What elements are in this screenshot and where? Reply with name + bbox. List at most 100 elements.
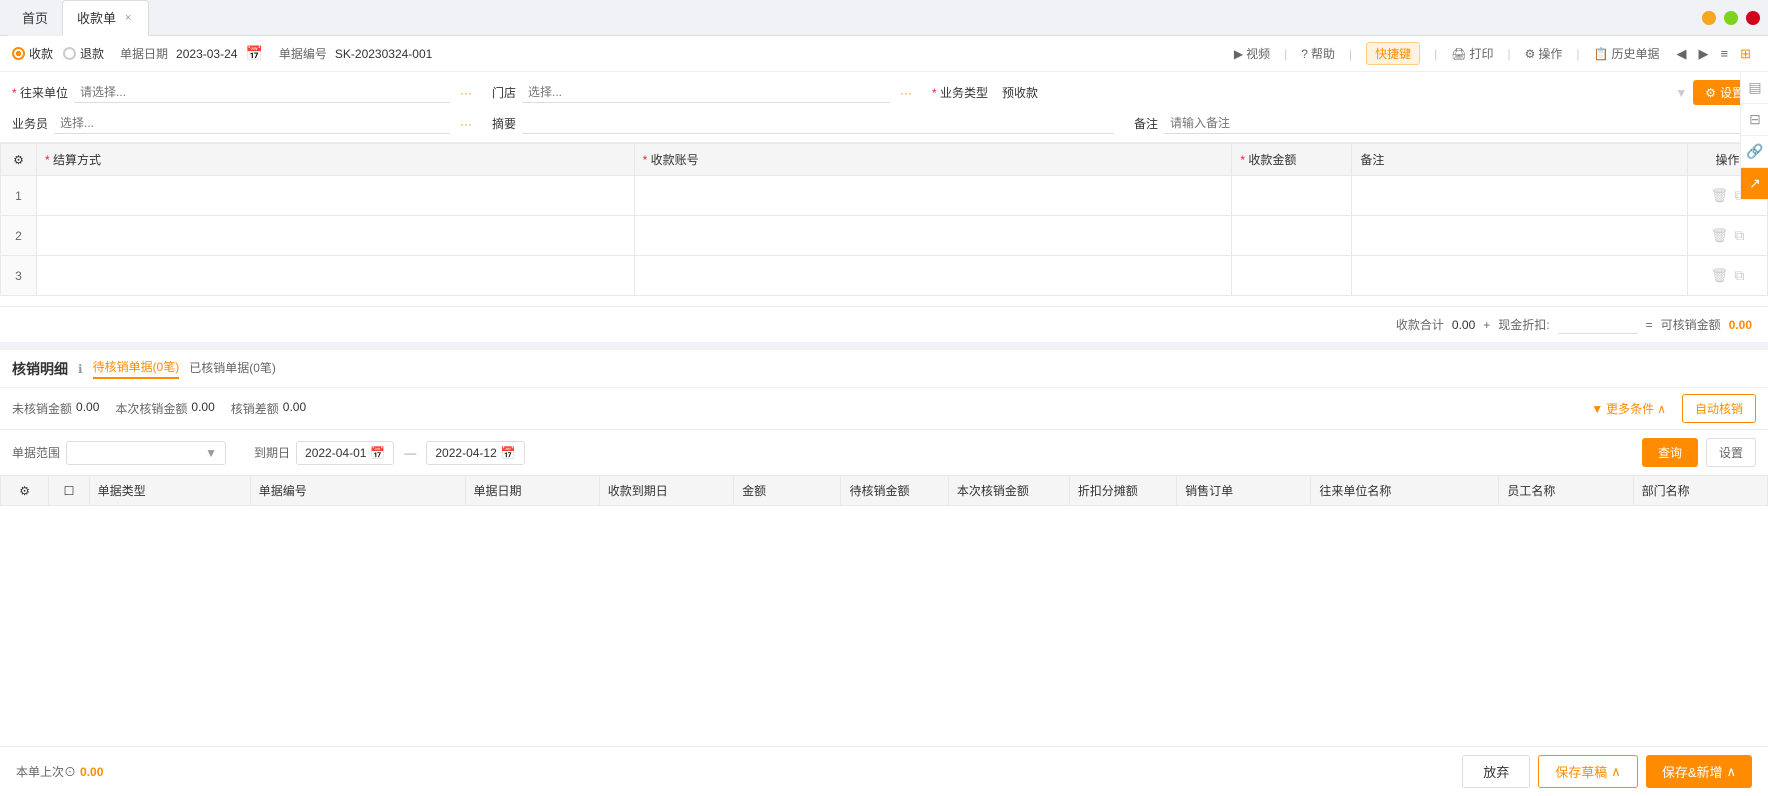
bth-checkbox[interactable]: ☐ bbox=[49, 476, 89, 506]
radio-group: 收款 退款 bbox=[12, 45, 104, 62]
tab-close-icon[interactable]: × bbox=[122, 11, 134, 25]
sep2: | bbox=[1349, 47, 1352, 61]
sep4: | bbox=[1508, 47, 1511, 61]
this-hexiao-label: 本次核销金额 bbox=[115, 400, 187, 417]
row-3-account[interactable] bbox=[634, 256, 1232, 296]
tab-bar: 首页 收款单 × – □ × bbox=[0, 0, 1768, 36]
hexiao-header: 核销明细 ℹ 待核销单据(0笔) 已核销单据(0笔) bbox=[0, 350, 1768, 388]
row-2-copy-icon[interactable]: ⧉ bbox=[1734, 227, 1744, 244]
grid-view-button[interactable]: ⊞ bbox=[1735, 44, 1756, 64]
auto-hexiao-button[interactable]: 自动核销 bbox=[1682, 394, 1756, 423]
store-input[interactable] bbox=[522, 82, 890, 103]
row-3-remarks[interactable] bbox=[1352, 256, 1688, 296]
date-to-picker[interactable]: 2022-04-12 📅 bbox=[426, 441, 524, 465]
print-action[interactable]: 🖨 打印 bbox=[1451, 45, 1493, 62]
radio-receive[interactable]: 收款 bbox=[12, 45, 53, 62]
bth-sales-order: 销售订单 bbox=[1177, 476, 1311, 506]
operation-action[interactable]: ⚙ 操作 bbox=[1525, 45, 1563, 62]
party-more-icon[interactable]: ··· bbox=[460, 86, 472, 100]
row-3-amount[interactable] bbox=[1232, 256, 1352, 296]
discard-button[interactable]: 放弃 bbox=[1462, 755, 1530, 788]
operation-label: 操作 bbox=[1538, 45, 1562, 62]
diff-stat: 核销差额 0.00 bbox=[231, 400, 306, 417]
row-2-account[interactable] bbox=[634, 216, 1232, 256]
bth-recv-date: 收款到期日 bbox=[599, 476, 733, 506]
filter-actions: 查询 设置 bbox=[1642, 438, 1756, 467]
row-2-delete-icon[interactable]: 🗑 bbox=[1711, 227, 1729, 244]
hexiao-info-icon[interactable]: ℹ bbox=[78, 362, 83, 376]
maximize-button[interactable]: □ bbox=[1724, 11, 1738, 25]
hexiao-settings-button[interactable]: 设置 bbox=[1706, 438, 1756, 467]
table-row: 1 🗑 ⧉ bbox=[1, 176, 1768, 216]
row-3-num: 3 bbox=[1, 256, 37, 296]
list-view-button[interactable]: ≡ bbox=[1716, 44, 1734, 64]
biz-type-field: * 业务类型 预收款 ▼ ⚙ 设置 bbox=[932, 80, 1756, 105]
history-action[interactable]: 📋 历史单据 bbox=[1594, 45, 1660, 62]
row-2-amount[interactable] bbox=[1232, 216, 1352, 256]
save-new-label: 保存&新增 bbox=[1662, 762, 1723, 781]
print-icon: 🖨 bbox=[1451, 47, 1466, 61]
save-new-arrow: ∧ bbox=[1726, 764, 1736, 780]
row-1-delete-icon[interactable]: 🗑 bbox=[1711, 187, 1729, 204]
save-draft-button[interactable]: 保存草稿 ∧ bbox=[1538, 755, 1638, 788]
row-3-action: 🗑 ⧉ bbox=[1688, 256, 1768, 296]
row-1-remarks[interactable] bbox=[1352, 176, 1688, 216]
date-to-value: 2022-04-12 bbox=[435, 446, 496, 460]
row-3-settlement[interactable] bbox=[37, 256, 635, 296]
row-2-settlement[interactable] bbox=[37, 216, 635, 256]
form-row-1: * 往来单位 ··· 门店 ··· * 业务类型 预收款 bbox=[12, 80, 1756, 105]
store-label: 门店 bbox=[492, 84, 516, 101]
discount-input[interactable] bbox=[1558, 315, 1638, 334]
party-input[interactable] bbox=[74, 82, 450, 103]
footer-actions: 放弃 保存草稿 ∧ 保存&新增 ∧ bbox=[1462, 755, 1752, 788]
row-3-delete-icon[interactable]: 🗑 bbox=[1711, 267, 1729, 284]
help-action[interactable]: ? 帮助 bbox=[1301, 45, 1335, 62]
calendar-icon[interactable]: 📅 bbox=[245, 45, 262, 62]
prev-button[interactable]: ◀ bbox=[1672, 44, 1692, 64]
next-button[interactable]: ▶ bbox=[1694, 44, 1714, 64]
query-button[interactable]: 查询 bbox=[1642, 438, 1698, 467]
row-1-account[interactable] bbox=[634, 176, 1232, 216]
remarks-label: 备注 bbox=[1134, 115, 1158, 132]
close-button[interactable]: × bbox=[1746, 11, 1760, 25]
staff-input[interactable] bbox=[54, 113, 450, 134]
shortcut-button[interactable]: 快捷键 bbox=[1366, 42, 1420, 65]
diff-label: 核销差额 bbox=[231, 400, 279, 417]
row-1-amount[interactable] bbox=[1232, 176, 1352, 216]
staff-more-icon[interactable]: ··· bbox=[460, 117, 472, 131]
biz-type-arrow[interactable]: ▼ bbox=[1675, 86, 1687, 100]
row-1-settlement[interactable] bbox=[37, 176, 635, 216]
save-new-button[interactable]: 保存&新增 ∧ bbox=[1646, 755, 1752, 788]
date-from-picker[interactable]: 2022-04-01 📅 bbox=[296, 441, 394, 465]
radio-refund[interactable]: 退款 bbox=[63, 45, 104, 62]
footer-total-label: 本单上次⊙ bbox=[16, 763, 76, 780]
row-3-copy-icon[interactable]: ⧉ bbox=[1734, 267, 1744, 284]
video-action[interactable]: ▶ 视频 bbox=[1234, 45, 1270, 62]
doc-range-label: 单据范围 bbox=[12, 444, 60, 461]
help-label: 帮助 bbox=[1311, 45, 1335, 62]
view-buttons: ◀ ▶ ≡ ⊞ bbox=[1672, 44, 1757, 64]
summary-input[interactable] bbox=[522, 113, 1114, 134]
doc-date-label: 单据日期 bbox=[120, 45, 168, 62]
summary-field: 摘要 bbox=[492, 113, 1114, 134]
th-gear[interactable]: ⚙ bbox=[1, 144, 37, 176]
done-tab[interactable]: 已核销单据(0笔) bbox=[189, 359, 276, 378]
print-label: 打印 bbox=[1469, 45, 1493, 62]
sidebar-icon-2[interactable]: ⊟ bbox=[1741, 104, 1768, 136]
unchecked-value: 0.00 bbox=[76, 400, 99, 417]
toolbar-right: ▶ 视频 | ? 帮助 | 快捷键 | 🖨 打印 | ⚙ 操作 bbox=[1234, 42, 1756, 65]
store-more-icon[interactable]: ··· bbox=[900, 86, 912, 100]
more-conditions[interactable]: ▼ 更多条件 ∧ bbox=[1591, 400, 1666, 417]
remarks-input[interactable] bbox=[1164, 113, 1756, 134]
row-2-remarks[interactable] bbox=[1352, 216, 1688, 256]
sidebar-icon-1[interactable]: ▤ bbox=[1741, 72, 1768, 104]
doc-range-select[interactable]: ▼ bbox=[66, 441, 226, 465]
pending-tab[interactable]: 待核销单据(0笔) bbox=[93, 358, 180, 379]
footer-left: 本单上次⊙ 0.00 bbox=[16, 763, 103, 780]
minimize-button[interactable]: – bbox=[1702, 11, 1716, 25]
sidebar-icon-3[interactable]: 🔗 bbox=[1741, 136, 1768, 168]
sidebar-icon-4[interactable]: ↗ bbox=[1741, 168, 1768, 200]
bth-gear[interactable]: ⚙ bbox=[1, 476, 49, 506]
tab-active[interactable]: 收款单 × bbox=[62, 0, 149, 36]
tab-home[interactable]: 首页 bbox=[8, 0, 62, 36]
